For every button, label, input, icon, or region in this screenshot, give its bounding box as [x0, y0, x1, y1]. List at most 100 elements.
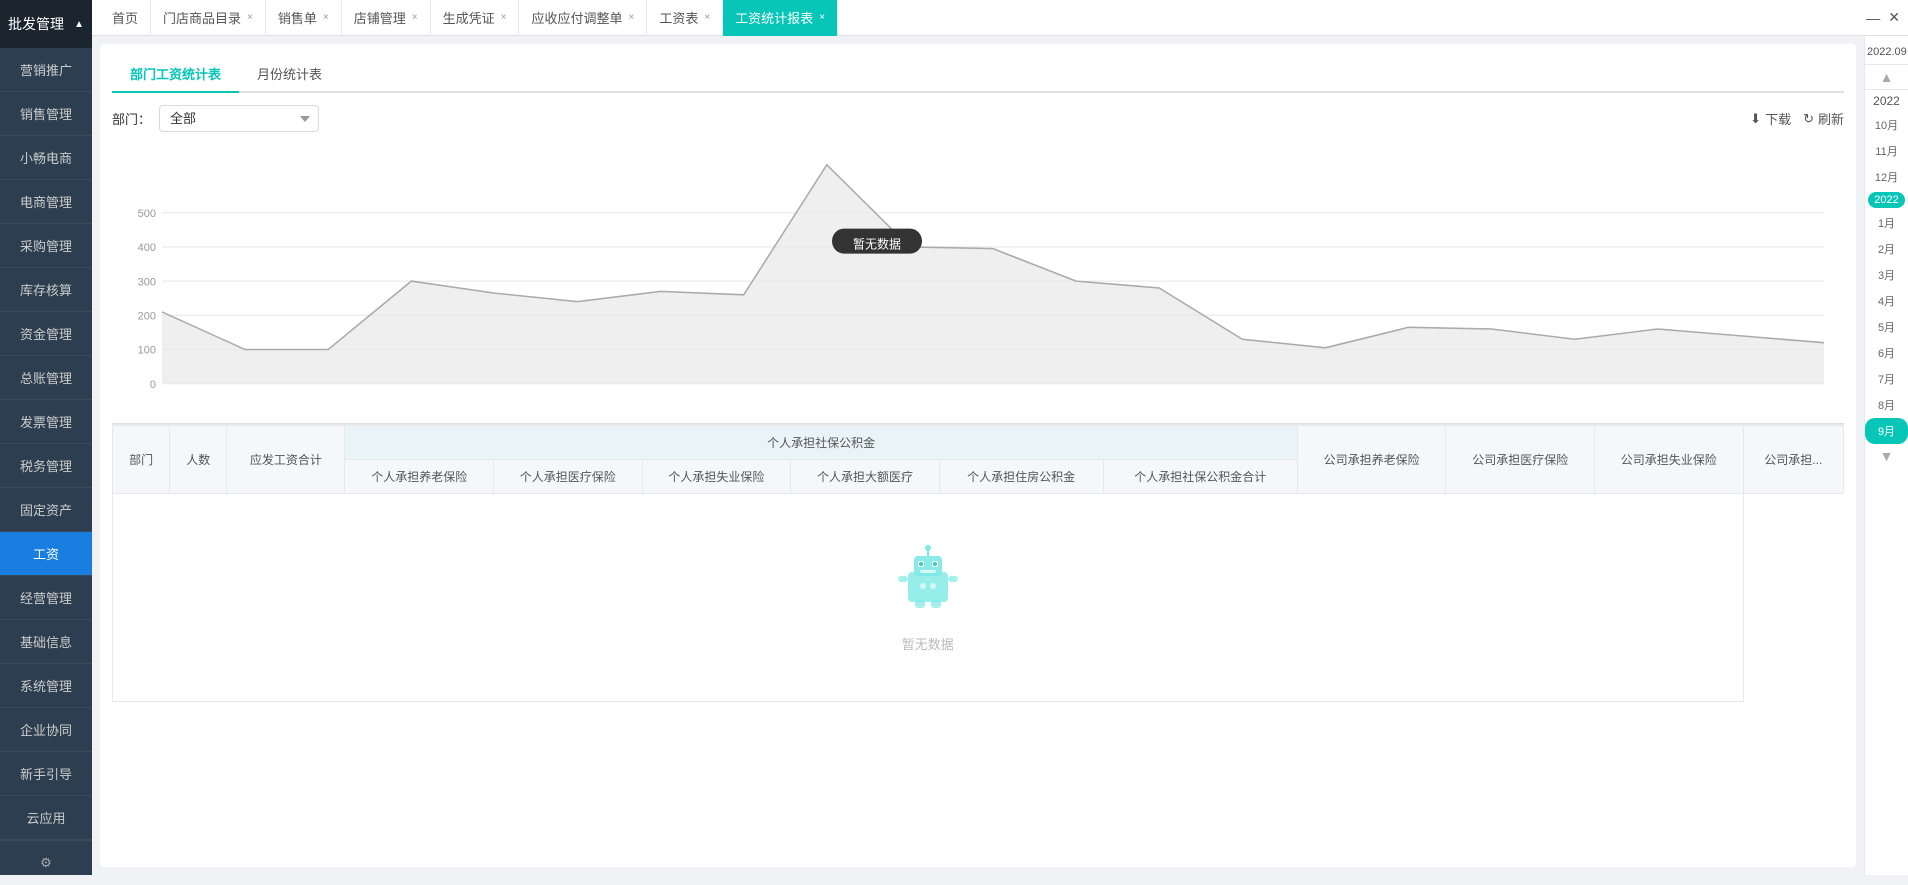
- tab-close-icon[interactable]: ×: [704, 12, 710, 23]
- tab-店铺管理[interactable]: 店铺管理 ×: [342, 0, 431, 36]
- timeline-up-arrow[interactable]: ▲: [1876, 65, 1898, 89]
- table-wrapper[interactable]: 部门 人数 应发工资合计 个人承担社保公积金 公司承担养老保险 公司承担医疗保险…: [112, 424, 1844, 855]
- dept-select[interactable]: 全部: [159, 105, 319, 132]
- timeline-month-10月[interactable]: 10月: [1865, 112, 1908, 138]
- timeline-month-11月[interactable]: 11月: [1865, 138, 1908, 164]
- main-area: 首页门店商品目录×销售单×店铺管理×生成凭证×应收应付调整单×工资表×工资统计报…: [92, 0, 1908, 875]
- timeline-month-6月[interactable]: 6月: [1865, 340, 1908, 366]
- tab-close-icon[interactable]: ×: [819, 12, 825, 23]
- sidebar-collapse-icon: ▲: [74, 19, 84, 30]
- col-personal-pension: 个人承担养老保险: [345, 460, 494, 494]
- sub-tabs: 部门工资统计表月份统计表: [112, 56, 1844, 93]
- sidebar-item-发票管理[interactable]: 发票管理: [0, 400, 92, 444]
- col-personal-unemployment: 个人承担失业保险: [642, 460, 791, 494]
- tab-销售单[interactable]: 销售单 ×: [266, 0, 342, 36]
- tab-close-icon[interactable]: ×: [247, 12, 253, 23]
- sidebar-header[interactable]: 批发管理 ▲: [0, 0, 92, 48]
- sidebar-item-库存核算[interactable]: 库存核算: [0, 268, 92, 312]
- empty-text: 暂无数据: [902, 634, 954, 653]
- settings-icon: ⚙: [40, 855, 52, 870]
- tab-label: 门店商品目录: [163, 8, 241, 27]
- data-table: 部门 人数 应发工资合计 个人承担社保公积金 公司承担养老保险 公司承担医疗保险…: [112, 425, 1844, 702]
- timeline-month-8月[interactable]: 8月: [1865, 392, 1908, 418]
- tab-close-icon[interactable]: ×: [323, 12, 329, 23]
- tab-生成凭证[interactable]: 生成凭证×: [431, 0, 520, 36]
- col-company-pension: 公司承担养老保险: [1297, 426, 1446, 494]
- table-row: 暂无数据: [113, 494, 1844, 702]
- timeline-month-3月[interactable]: 3月: [1865, 262, 1908, 288]
- toolbar-left: 部门： 全部: [112, 105, 319, 132]
- dept-label: 部门：: [112, 109, 151, 128]
- tab-bar-end: — ✕: [1866, 9, 1900, 26]
- timeline-down-arrow[interactable]: ▼: [1876, 444, 1898, 468]
- svg-text:400: 400: [138, 242, 156, 254]
- sidebar-item-小畅电商[interactable]: 小畅电商: [0, 136, 92, 180]
- sidebar-item-总账管理[interactable]: 总账管理: [0, 356, 92, 400]
- content-area: 部门工资统计表月份统计表 部门： 全部 ⬇ 下载 ↻ 刷新: [92, 36, 1908, 875]
- timeline-month-2月[interactable]: 2月: [1865, 236, 1908, 262]
- sidebar-item-电商管理[interactable]: 电商管理: [0, 180, 92, 224]
- timeline-year-2022-first[interactable]: 2022: [1865, 89, 1908, 112]
- col-company-medical: 公司承担医疗保险: [1446, 426, 1595, 494]
- tab-label: 销售单: [278, 8, 317, 27]
- tab-label: 店铺管理: [354, 8, 406, 27]
- tab-首页[interactable]: 首页: [100, 0, 151, 36]
- sidebar-item-营销推广[interactable]: 营销推广: [0, 48, 92, 92]
- svg-text:0: 0: [150, 379, 156, 391]
- tab-label: 工资统计报表: [735, 8, 813, 27]
- download-icon: ⬇: [1750, 111, 1761, 127]
- timeline-month-9[interactable]: 9月: [1865, 418, 1908, 444]
- svg-text:500: 500: [138, 208, 156, 220]
- col-personal-medical: 个人承担医疗保险: [494, 460, 643, 494]
- download-button[interactable]: ⬇ 下载: [1750, 109, 1791, 128]
- sidebar-item-基础信息[interactable]: 基础信息: [0, 620, 92, 664]
- download-label: 下载: [1765, 109, 1791, 128]
- tab-close-icon[interactable]: ×: [412, 12, 418, 23]
- refresh-label: 刷新: [1818, 109, 1844, 128]
- sidebar-item-新手引导[interactable]: 新手引导: [0, 752, 92, 796]
- sidebar-settings-button[interactable]: ⚙: [0, 840, 92, 885]
- timeline-month-4月[interactable]: 4月: [1865, 288, 1908, 314]
- tab-门店商品目录[interactable]: 门店商品目录 ×: [151, 0, 266, 36]
- refresh-button[interactable]: ↻ 刷新: [1803, 109, 1844, 128]
- timeline-month-1月[interactable]: 1月: [1865, 210, 1908, 236]
- tab-close-icon[interactable]: ×: [501, 12, 507, 23]
- tab-label: 工资表: [659, 8, 698, 27]
- toolbar: 部门： 全部 ⬇ 下载 ↻ 刷新: [112, 105, 1844, 132]
- tab-工资表[interactable]: 工资表 ×: [647, 0, 723, 36]
- sidebar-item-工资[interactable]: 工资: [0, 532, 92, 576]
- sidebar-item-采购管理[interactable]: 采购管理: [0, 224, 92, 268]
- sub-tab-部门工资统计表[interactable]: 部门工资统计表: [112, 56, 239, 93]
- sidebar: 批发管理 ▲ 营销推广销售管理小畅电商电商管理采购管理库存核算资金管理总账管理发…: [0, 0, 92, 875]
- window-close-icon[interactable]: ✕: [1888, 9, 1900, 26]
- timeline-month-12月[interactable]: 12月: [1865, 164, 1908, 190]
- timeline-title: 2022.09: [1865, 40, 1908, 65]
- tab-bar: 首页门店商品目录×销售单×店铺管理×生成凭证×应收应付调整单×工资表×工资统计报…: [92, 0, 1908, 36]
- sidebar-item-资金管理[interactable]: 资金管理: [0, 312, 92, 356]
- sub-tab-月份统计表[interactable]: 月份统计表: [239, 56, 340, 93]
- col-personal-total: 个人承担社保公积金合计: [1103, 460, 1297, 494]
- tab-应收应付调整单[interactable]: 应收应付调整单×: [519, 0, 647, 36]
- empty-robot-icon: [888, 542, 968, 622]
- svg-text:300: 300: [138, 276, 156, 288]
- col-personal-housing: 个人承担住房公积金: [939, 460, 1103, 494]
- timeline-year-badge-2022[interactable]: 2022: [1868, 192, 1904, 208]
- col-group-personal: 个人承担社保公积金: [345, 426, 1297, 460]
- sidebar-item-云应用[interactable]: 云应用: [0, 796, 92, 840]
- sidebar-item-经营管理[interactable]: 经营管理: [0, 576, 92, 620]
- window-minimize-icon[interactable]: —: [1866, 10, 1880, 26]
- timeline-month-7月[interactable]: 7月: [1865, 366, 1908, 392]
- tab-close-icon[interactable]: ×: [628, 12, 634, 23]
- timeline-month-5月[interactable]: 5月: [1865, 314, 1908, 340]
- sidebar-item-税务管理[interactable]: 税务管理: [0, 444, 92, 488]
- sidebar-item-销售管理[interactable]: 销售管理: [0, 92, 92, 136]
- tab-工资统计报表[interactable]: 工资统计报表 ×: [723, 0, 838, 36]
- col-dept: 部门: [113, 426, 170, 494]
- col-company-unemployment: 公司承担失业保险: [1595, 426, 1744, 494]
- col-personal-big-medical: 个人承担大额医疗: [791, 460, 940, 494]
- sidebar-item-系统管理[interactable]: 系统管理: [0, 664, 92, 708]
- svg-text:200: 200: [138, 310, 156, 322]
- svg-text:100: 100: [138, 345, 156, 357]
- sidebar-item-固定资产[interactable]: 固定资产: [0, 488, 92, 532]
- sidebar-item-企业协同[interactable]: 企业协同: [0, 708, 92, 752]
